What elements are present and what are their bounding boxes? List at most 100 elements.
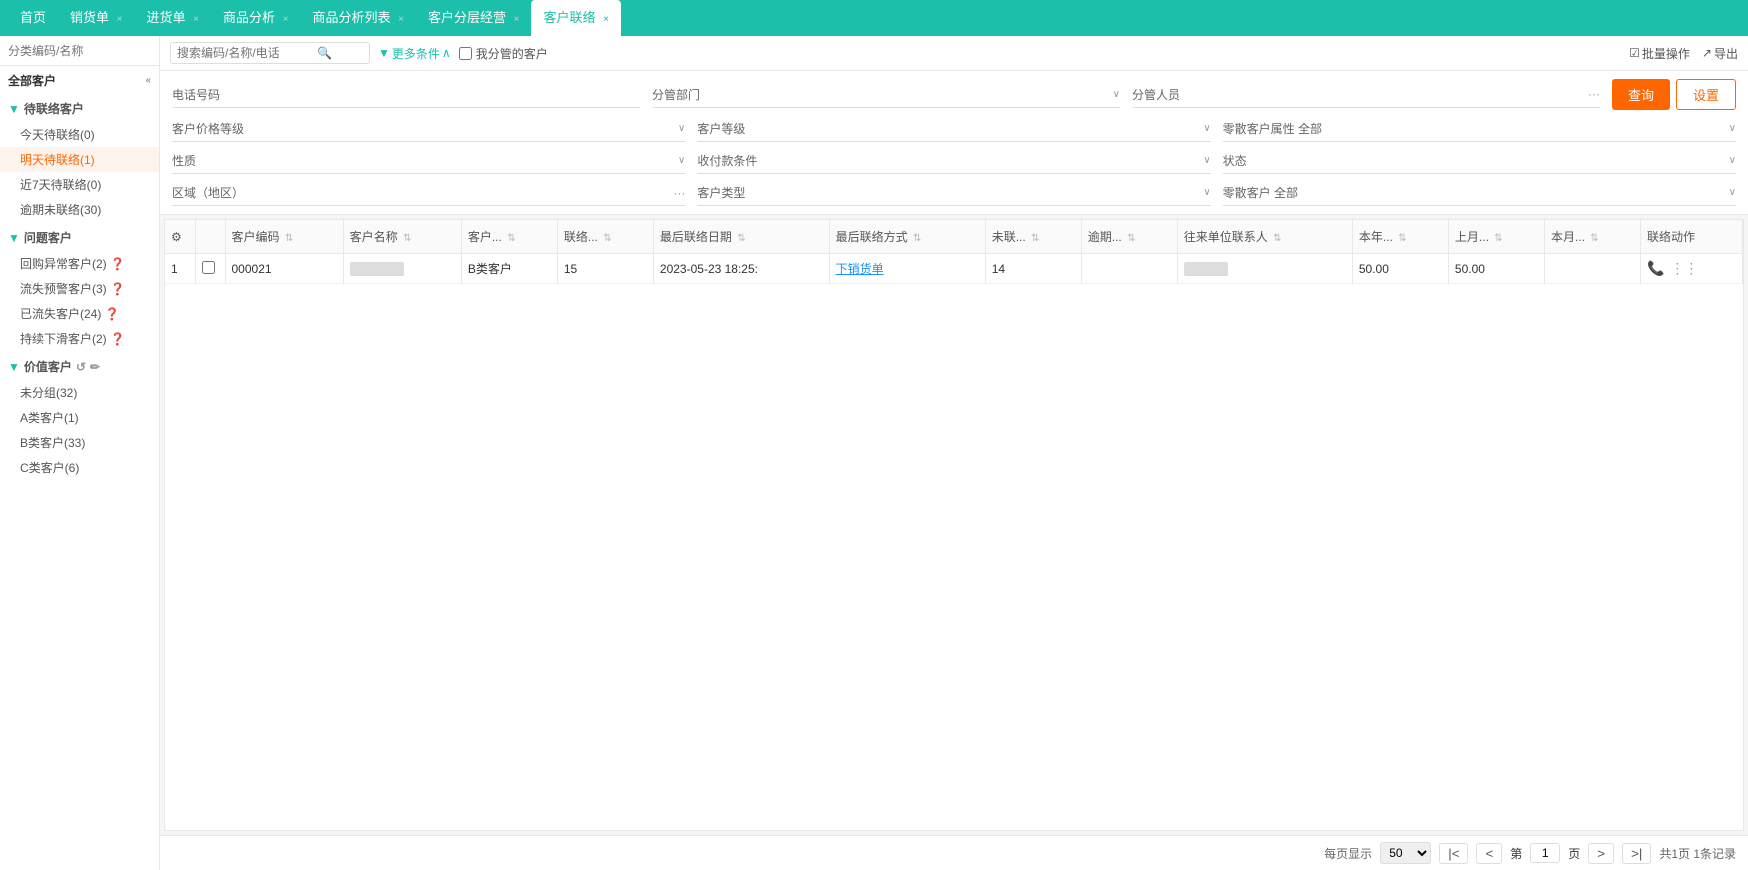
td-overdue: [1081, 254, 1177, 284]
filter-manager-ellipsis[interactable]: ···: [1588, 87, 1600, 101]
filter-price-level-select[interactable]: ∨: [252, 123, 685, 134]
filter-customer-type-label: 客户类型: [697, 184, 757, 201]
last-contact-method-link[interactable]: 下销货单: [836, 262, 884, 276]
filter-region-ellipsis[interactable]: ···: [673, 186, 685, 200]
filter-retail-customer-select[interactable]: ∨: [1306, 187, 1736, 198]
filter-retail-attr: 零散客户属性 全部 ∨: [1223, 116, 1736, 142]
sidebar-class-a[interactable]: A类客户(1): [0, 405, 159, 430]
all-customers-title[interactable]: 全部客户 «: [0, 66, 159, 93]
nav-customer-tier-close[interactable]: ×: [514, 14, 520, 25]
batch-operation-button[interactable]: ☑ 批量操作: [1629, 45, 1690, 62]
search-icon[interactable]: 🔍: [317, 46, 332, 60]
next-page-button[interactable]: >: [1588, 843, 1614, 864]
section-problem-header: ▼ 问题客户: [0, 224, 159, 251]
more-filter-button[interactable]: ▼ 更多条件 ∧: [378, 45, 451, 62]
filter-status-select[interactable]: ∨: [1291, 155, 1736, 166]
section-problem-label: 问题客户: [24, 229, 72, 246]
nav-purchase-close[interactable]: ×: [193, 14, 199, 25]
nav-sales[interactable]: 销货单 ×: [58, 0, 134, 36]
query-button[interactable]: 查询: [1612, 79, 1670, 110]
td-contact-count: 15: [557, 254, 653, 284]
chevron-down-icon3: ∨: [1203, 123, 1210, 134]
setting-button[interactable]: 设置: [1676, 79, 1736, 110]
th-this-month[interactable]: 本月... ⇅: [1544, 220, 1640, 254]
filter-customer-level-select[interactable]: ∨: [765, 123, 1210, 134]
th-customer-code[interactable]: 客户编码 ⇅: [225, 220, 343, 254]
sidebar-overdue-contact[interactable]: 逾期未联络(30): [0, 197, 159, 222]
filter-dept: 分管部门 ∨: [652, 82, 1120, 108]
refresh-icon[interactable]: ↺: [76, 360, 86, 374]
filter-status: 状态 ∨: [1223, 148, 1736, 174]
filter-retail-attr-select[interactable]: ∨: [1330, 123, 1736, 134]
filter-payment-label: 收付款条件: [697, 152, 757, 169]
nav-purchase[interactable]: 进货单 ×: [135, 0, 211, 36]
row-checkbox[interactable]: [202, 261, 215, 274]
th-actions: 联络动作: [1640, 220, 1742, 254]
per-page-select[interactable]: 50 100 200: [1380, 842, 1431, 864]
td-this-year: 50.00: [1352, 254, 1448, 284]
sidebar-class-c[interactable]: C类客户(6): [0, 455, 159, 480]
nav-customer-contact-close[interactable]: ×: [603, 14, 609, 25]
th-last-contact-method[interactable]: 最后联络方式 ⇅: [829, 220, 985, 254]
first-page-button[interactable]: |<: [1439, 843, 1468, 864]
th-last-month[interactable]: 上月... ⇅: [1448, 220, 1544, 254]
nav-product-analysis-list[interactable]: 商品分析列表 ×: [300, 0, 415, 36]
th-checkbox: [195, 220, 225, 254]
page-input[interactable]: [1530, 843, 1560, 863]
my-customers-checkbox[interactable]: [459, 47, 472, 60]
th-this-year[interactable]: 本年... ⇅: [1352, 220, 1448, 254]
checkbox-icon: ☑: [1629, 46, 1640, 60]
filter-dept-select[interactable]: ∨: [720, 89, 1120, 100]
filter-region-select[interactable]: ···: [252, 186, 685, 200]
last-page-button[interactable]: >|: [1622, 843, 1651, 864]
th-last-contact-date[interactable]: 最后联络日期 ⇅: [653, 220, 829, 254]
sidebar-churned[interactable]: 已流失客户(24) ❓: [0, 301, 159, 326]
th-customer-type[interactable]: 客户... ⇅: [461, 220, 557, 254]
main-layout: 🔍 全部客户 « ▼ 待联络客户 今天待联络(0) 明天待联络(1) 近7天待联…: [0, 36, 1748, 870]
filter-customer-type: 客户类型 ∨: [697, 180, 1210, 206]
filter-nature-select[interactable]: ∨: [240, 155, 685, 166]
td-checkbox: [195, 254, 225, 284]
sidebar-churn-warning[interactable]: 流失预警客户(3) ❓: [0, 276, 159, 301]
prev-page-button[interactable]: <: [1476, 843, 1502, 864]
th-contact-count[interactable]: 联络... ⇅: [557, 220, 653, 254]
filter-manager-select[interactable]: ···: [1200, 87, 1600, 101]
customer-table: ⚙ 客户编码 ⇅ 客户名称 ⇅ 客户... ⇅ 联络... ⇅ 最后联络日期 ⇅…: [165, 220, 1743, 284]
chevron-down-icon6: ∨: [1203, 155, 1210, 166]
nav-customer-contact[interactable]: 客户联络 ×: [531, 0, 620, 36]
sidebar-class-b[interactable]: B类客户(33): [0, 430, 159, 455]
nav-product-analysis-close[interactable]: ×: [283, 14, 289, 25]
more-action-icon[interactable]: ⋮⋮: [1670, 260, 1698, 277]
filter-payment-select[interactable]: ∨: [765, 155, 1210, 166]
edit-icon[interactable]: ✏: [90, 360, 100, 374]
th-overdue[interactable]: 逾期... ⇅: [1081, 220, 1177, 254]
th-uncontact[interactable]: 未联... ⇅: [985, 220, 1081, 254]
call-action-icon[interactable]: 📞: [1647, 260, 1664, 277]
filter-region: 区域（地区） ···: [172, 180, 685, 206]
sidebar-search-input[interactable]: [8, 44, 160, 58]
sidebar-ungrouped[interactable]: 未分组(32): [0, 380, 159, 405]
sidebar-7day-contact[interactable]: 近7天待联络(0): [0, 172, 159, 197]
nav-product-list-close[interactable]: ×: [398, 14, 404, 25]
nav-customer-tier[interactable]: 客户分层经营 ×: [416, 0, 531, 36]
sidebar-declining[interactable]: 持续下滑客户(2) ❓: [0, 326, 159, 351]
sidebar-repurchase-abnormal[interactable]: 回购异常客户(2) ❓: [0, 251, 159, 276]
search-input[interactable]: [177, 46, 317, 60]
filter-phone-input[interactable]: [240, 87, 640, 101]
th-contact-person[interactable]: 往来单位联系人 ⇅: [1177, 220, 1352, 254]
sidebar-tomorrow-contact[interactable]: 明天待联络(1): [0, 147, 159, 172]
chevron-down-icon9: ∨: [1729, 187, 1736, 198]
td-customer-name: Ea: [343, 254, 461, 284]
filter-customer-level-label: 客户等级: [697, 120, 757, 137]
filter-customer-type-select[interactable]: ∨: [765, 187, 1210, 198]
th-settings[interactable]: ⚙: [165, 220, 195, 254]
nav-home[interactable]: 首页: [8, 0, 58, 36]
all-customers-label: 全部客户: [8, 72, 56, 89]
collapse-icon: «: [145, 75, 151, 86]
export-button[interactable]: ↗ 导出: [1702, 45, 1738, 62]
nav-product-analysis[interactable]: 商品分析 ×: [211, 0, 300, 36]
sidebar-today-contact[interactable]: 今天待联络(0): [0, 122, 159, 147]
th-customer-name[interactable]: 客户名称 ⇅: [343, 220, 461, 254]
nav-sales-close[interactable]: ×: [117, 14, 123, 25]
chevron-down-icon2: ∨: [678, 123, 685, 134]
